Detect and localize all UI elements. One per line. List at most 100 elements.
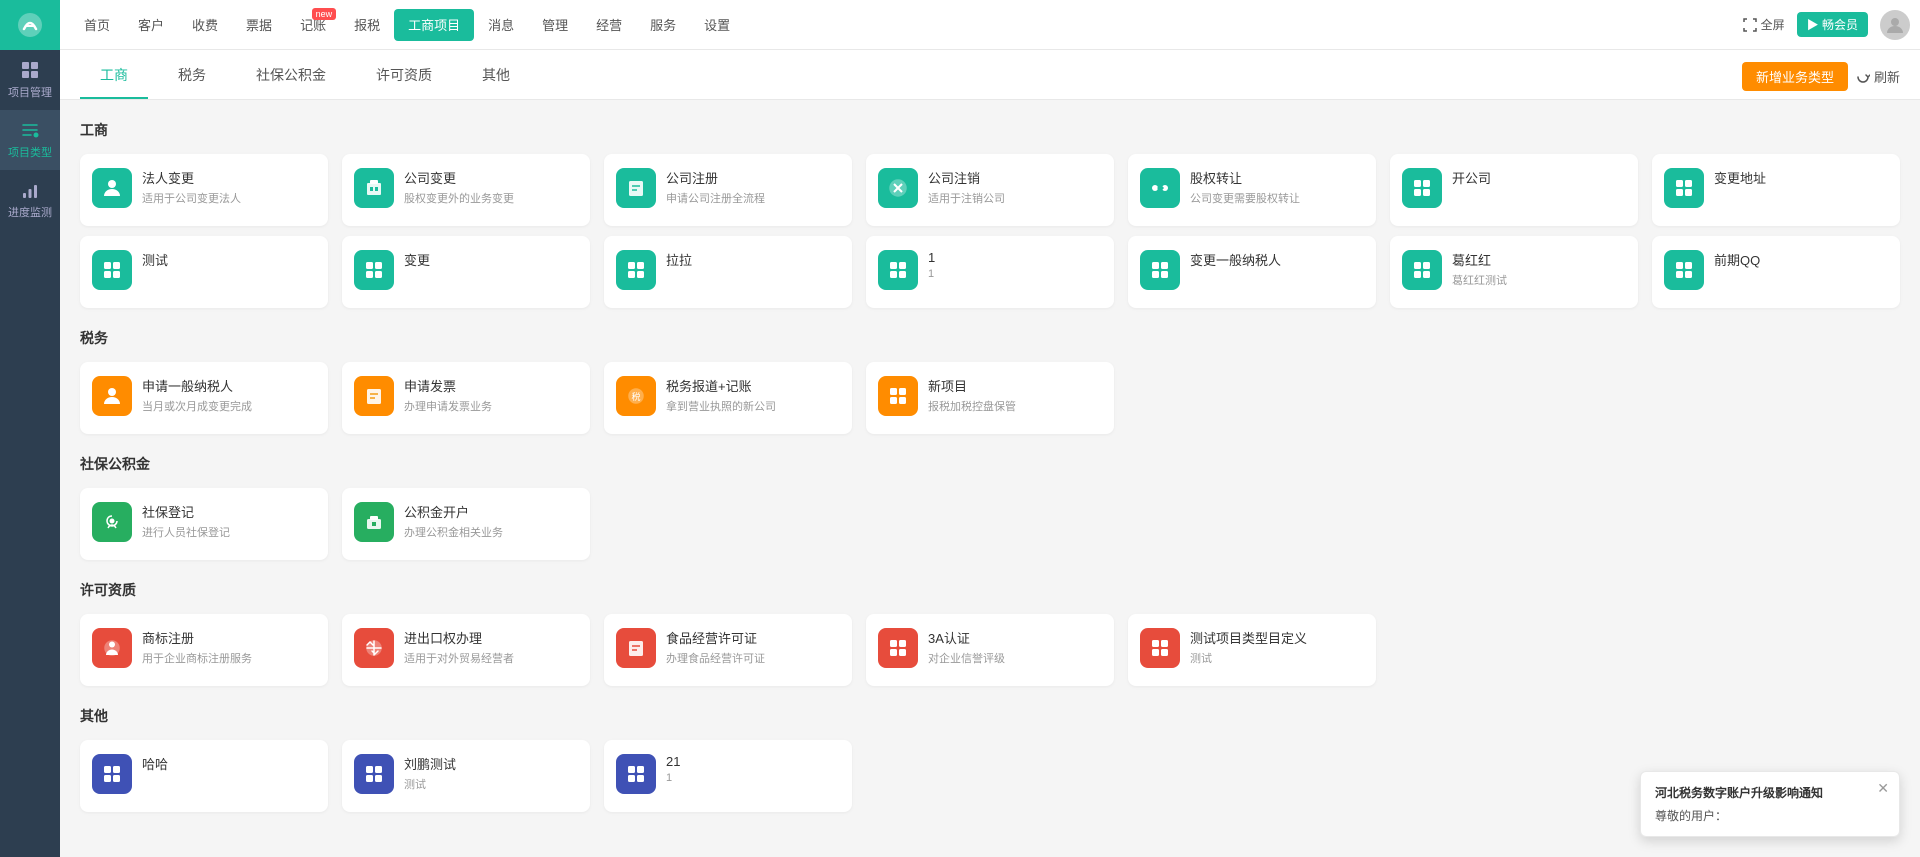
sidebar-item-progress-monitor[interactable]: 进度监测 [0, 170, 60, 230]
industrial-card-grid-2: 测试 变更 [80, 236, 1900, 308]
lala-name: 拉拉 [666, 250, 840, 269]
nav-invoice[interactable]: 票据 [232, 0, 286, 50]
license-card-grid: 商标注册 用于企业商标注册服务 进出口权办理 适用于对外贸易经营者 [80, 614, 1900, 686]
card-apply-taxpayer[interactable]: 申请一般纳税人 当月或次月成变更完成 [80, 362, 328, 434]
social-register-icon [92, 502, 132, 542]
tax-accounting-name: 税务报道+记账 [666, 376, 840, 395]
apply-invoice-icon [354, 376, 394, 416]
tab-social-insurance[interactable]: 社保公积金 [236, 53, 346, 99]
notification-close-btn[interactable]: ✕ [1877, 780, 1889, 797]
test-project-type-name: 测试项目类型目定义 [1190, 628, 1364, 647]
card-equity-transfer[interactable]: 股权转让 公司变更需要股权转让 [1128, 154, 1376, 226]
new-project-name: 新项目 [928, 376, 1102, 395]
nav-home[interactable]: 首页 [70, 0, 124, 50]
new-project-desc: 报税加税控盘保管 [928, 398, 1102, 414]
tab-license[interactable]: 许可资质 [356, 53, 452, 99]
card-change-address[interactable]: 变更地址 [1652, 154, 1900, 226]
nav-service[interactable]: 服务 [636, 0, 690, 50]
card-company-cancel[interactable]: 公司注销 适用于注销公司 [866, 154, 1114, 226]
haha-icon [92, 754, 132, 794]
fullscreen-btn[interactable]: 全屏 [1743, 16, 1785, 33]
change-taxpayer-name: 变更一般纳税人 [1190, 250, 1364, 269]
company-change-desc: 股权变更外的业务变更 [404, 190, 578, 206]
company-register-desc: 申请公司注册全流程 [666, 190, 840, 206]
card-import-export[interactable]: 进出口权办理 适用于对外贸易经营者 [342, 614, 590, 686]
front-qq-name: 前期QQ [1714, 250, 1888, 269]
nav-operations[interactable]: 经营 [582, 0, 636, 50]
haha-name: 哈哈 [142, 754, 316, 773]
nav-industrial[interactable]: 工商项目 [394, 9, 474, 41]
test-icon [92, 250, 132, 290]
tab-other[interactable]: 其他 [462, 53, 530, 99]
section-title-social: 社保公积金 [80, 454, 1900, 474]
main-wrapper: 首页 客户 收费 票据 记账 new 报税 工商项目 消息 管理 经营 服务 设… [60, 0, 1920, 857]
avatar[interactable] [1880, 10, 1910, 40]
card-social-register[interactable]: 社保登记 进行人员社保登记 [80, 488, 328, 560]
nav-message[interactable]: 消息 [474, 0, 528, 50]
topnav-right: 全屏 ▶ 畅会员 [1743, 10, 1910, 40]
change-taxpayer-icon [1140, 250, 1180, 290]
tab-tax[interactable]: 税务 [158, 53, 226, 99]
card-apply-invoice[interactable]: 申请发票 办理申请发票业务 [342, 362, 590, 434]
card-tax-accounting[interactable]: 税 税务报道+记账 拿到营业执照的新公司 [604, 362, 852, 434]
nav-customer[interactable]: 客户 [124, 0, 178, 50]
notification-content: 尊敬的用户： [1655, 807, 1885, 824]
notification-title: 河北税务数字账户升级影响通知 [1655, 784, 1885, 801]
liupeng-test-desc: 测试 [404, 776, 578, 792]
scroll-content: 工商 法人变更 适用于公司变更法人 公司变更 [60, 100, 1920, 857]
card-front-qq[interactable]: 前期QQ [1652, 236, 1900, 308]
card-haha[interactable]: 哈哈 [80, 740, 328, 812]
social-card-grid: 社保登记 进行人员社保登记 公积金开户 办理公积金相关业务 [80, 488, 1900, 560]
provident-fund-name: 公积金开户 [404, 502, 578, 521]
nav-tax[interactable]: 报税 [340, 0, 394, 50]
card-liupeng-test[interactable]: 刘鹏测试 测试 [342, 740, 590, 812]
apply-taxpayer-name: 申请一般纳税人 [142, 376, 316, 395]
tab-industrial[interactable]: 工商 [80, 53, 148, 99]
company-change-icon [354, 168, 394, 208]
nav-billing[interactable]: 收费 [178, 0, 232, 50]
card-company-register[interactable]: 公司注册 申请公司注册全流程 [604, 154, 852, 226]
equity-transfer-icon [1140, 168, 1180, 208]
card-3a-cert[interactable]: 3A认证 对企业信誉评级 [866, 614, 1114, 686]
card-legal-change[interactable]: 法人变更 适用于公司变更法人 [80, 154, 328, 226]
card-provident-fund[interactable]: 公积金开户 办理公积金相关业务 [342, 488, 590, 560]
item-21-icon [616, 754, 656, 794]
card-company-change[interactable]: 公司变更 股权变更外的业务变更 [342, 154, 590, 226]
import-export-desc: 适用于对外贸易经营者 [404, 650, 578, 666]
nav-accounting[interactable]: 记账 new [286, 0, 340, 50]
nav-management[interactable]: 管理 [528, 0, 582, 50]
sidebar-item-project-type[interactable]: 项目类型 [0, 110, 60, 170]
sidebar-item-project-manage[interactable]: 项目管理 [0, 50, 60, 110]
section-title-industrial: 工商 [80, 120, 1900, 140]
member-btn[interactable]: ▶ 畅会员 [1797, 12, 1868, 37]
refresh-button[interactable]: 刷新 [1856, 67, 1900, 86]
food-license-desc: 办理食品经营许可证 [666, 650, 840, 666]
apply-taxpayer-desc: 当月或次月成变更完成 [142, 398, 316, 414]
add-type-button[interactable]: 新增业务类型 [1742, 62, 1848, 91]
card-mahonghong[interactable]: 葛红红 葛红红测试 [1390, 236, 1638, 308]
card-test-project-type[interactable]: 测试项目类型目定义 测试 [1128, 614, 1376, 686]
front-qq-icon [1664, 250, 1704, 290]
nav-settings[interactable]: 设置 [690, 0, 744, 50]
card-lala[interactable]: 拉拉 [604, 236, 852, 308]
card-change-taxpayer[interactable]: 变更一般纳税人 [1128, 236, 1376, 308]
accounting-badge: new [312, 8, 337, 20]
card-open-company[interactable]: 开公司 [1390, 154, 1638, 226]
3a-cert-desc: 对企业信誉评级 [928, 650, 1102, 666]
card-food-license[interactable]: 食品经营许可证 办理食品经营许可证 [604, 614, 852, 686]
apply-invoice-name: 申请发票 [404, 376, 578, 395]
card-change[interactable]: 变更 [342, 236, 590, 308]
new-project-icon [878, 376, 918, 416]
test-project-type-desc: 测试 [1190, 650, 1364, 666]
card-item1[interactable]: 1 1 [866, 236, 1114, 308]
company-change-name: 公司变更 [404, 168, 578, 187]
item-21-name: 21 [666, 754, 840, 769]
equity-transfer-desc: 公司变更需要股权转让 [1190, 190, 1364, 206]
card-item-21[interactable]: 21 1 [604, 740, 852, 812]
apply-invoice-desc: 办理申请发票业务 [404, 398, 578, 414]
section-title-tax: 税务 [80, 328, 1900, 348]
card-test[interactable]: 测试 [80, 236, 328, 308]
card-new-project[interactable]: 新项目 报税加税控盘保管 [866, 362, 1114, 434]
tab-actions: 新增业务类型 刷新 [1742, 62, 1900, 99]
card-trademark[interactable]: 商标注册 用于企业商标注册服务 [80, 614, 328, 686]
